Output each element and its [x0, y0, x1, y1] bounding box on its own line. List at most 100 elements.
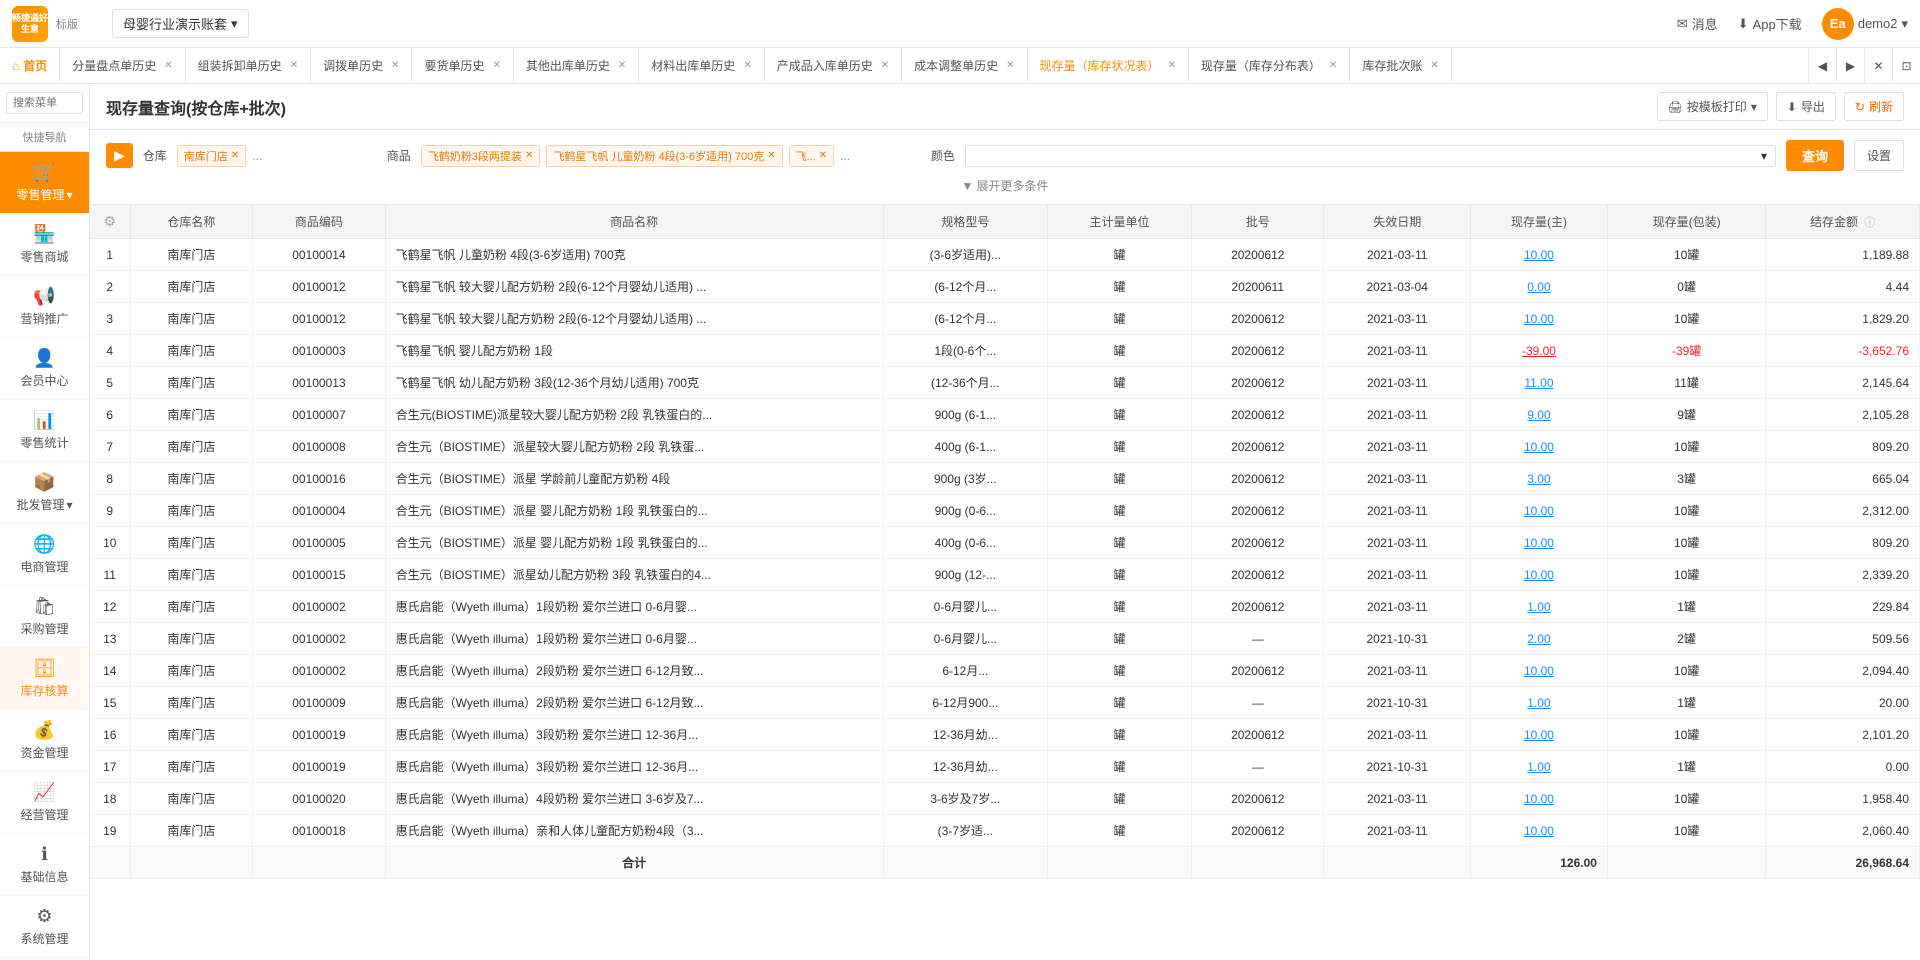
balance-info-icon[interactable]: ⓘ [1864, 217, 1875, 229]
total-label: 合计 [385, 847, 883, 879]
refresh-btn[interactable]: ↻ 刷新 [1844, 92, 1904, 121]
cell-unit: 罐 [1047, 495, 1191, 527]
product-tag-1[interactable]: 飞鹤奶粉3段两提装 ✕ [421, 145, 541, 167]
cell-stock-main[interactable]: -39.00 [1470, 335, 1607, 367]
cell-stock-pack: 0罐 [1607, 271, 1765, 303]
tab-home[interactable]: ⌂ 首页 [0, 48, 60, 84]
tab-1[interactable]: 分量盘点单历史 ✕ [60, 48, 185, 84]
close-icon[interactable]: ✕ [881, 60, 889, 71]
tab-7[interactable]: 产成品入库单历史 ✕ [765, 48, 902, 84]
sidebar-item-finance[interactable]: 💰 资金管理 [0, 710, 89, 772]
cell-stock-main[interactable]: 10.00 [1470, 719, 1607, 751]
sidebar-item-business[interactable]: 📈 经营管理 [0, 772, 89, 834]
product-tag-2[interactable]: 飞鹤星飞帆 儿童奶粉 4段(3-6岁适用) 700克 ✕ [546, 145, 782, 167]
cell-code: 00100013 [253, 367, 385, 399]
sidebar-item-wholesale[interactable]: 📦 批发管理 ▾ [0, 462, 89, 524]
user-profile[interactable]: Ea demo2 ▾ [1822, 8, 1908, 40]
cell-stock-main[interactable]: 1.00 [1470, 591, 1607, 623]
tab-scroll-right[interactable]: ▶ [1836, 48, 1864, 84]
sidebar-item-inventory[interactable]: 🗄 库存核算 [0, 648, 89, 710]
cell-stock-main[interactable]: 10.00 [1470, 783, 1607, 815]
close-icon[interactable]: ✕ [164, 60, 172, 71]
product-tag-close-3[interactable]: ✕ [819, 150, 827, 161]
expand-filter-btn[interactable]: ▼ 展开更多条件 [106, 177, 1904, 194]
tab-scroll-left[interactable]: ◀ [1808, 48, 1836, 84]
cell-stock-main[interactable]: 2.00 [1470, 623, 1607, 655]
close-icon[interactable]: ✕ [1430, 60, 1438, 71]
table-row: 17 南库门店 00100019 惠氏启能（Wyeth illuma）3段奶粉 … [90, 751, 1920, 783]
warehouse-tag[interactable]: 南库门店 ✕ [177, 145, 246, 167]
tab-2[interactable]: 组装拆卸单历史 ✕ [186, 48, 311, 84]
cell-stock-main[interactable]: 1.00 [1470, 687, 1607, 719]
tab-3[interactable]: 调拨单历史 ✕ [311, 48, 412, 84]
cell-stock-main[interactable]: 10.00 [1470, 655, 1607, 687]
tab-5[interactable]: 其他出库单历史 ✕ [514, 48, 639, 84]
cell-stock-main[interactable]: 10.00 [1470, 239, 1607, 271]
close-icon[interactable]: ✕ [1006, 60, 1014, 71]
product-tag-3[interactable]: 飞... ✕ [789, 145, 835, 167]
cell-stock-pack: 10罐 [1607, 303, 1765, 335]
cell-stock-main[interactable]: 10.00 [1470, 431, 1607, 463]
query-btn[interactable]: 查询 [1786, 140, 1844, 171]
sidebar-item-system[interactable]: ⚙ 系统管理 [0, 896, 89, 958]
search-input[interactable] [6, 92, 83, 114]
tab-4[interactable]: 要货单历史 ✕ [412, 48, 513, 84]
warehouse-more[interactable]: ... [252, 149, 262, 163]
settings-btn[interactable]: 设置 [1854, 140, 1904, 171]
cell-stock-pack: 1罐 [1607, 751, 1765, 783]
tab-10[interactable]: 现存量（库存分布表） ✕ [1189, 48, 1350, 84]
sidebar-item-retail-mall[interactable]: 🏪 零售商城 [0, 214, 89, 276]
sidebar-item-basic-info[interactable]: ℹ 基础信息 [0, 834, 89, 896]
cell-batch: — [1192, 623, 1324, 655]
cell-stock-main[interactable]: 9.00 [1470, 399, 1607, 431]
cell-stock-main[interactable]: 10.00 [1470, 527, 1607, 559]
close-icon[interactable]: ✕ [391, 60, 399, 71]
total-row: 合计 126.00 26,968.64 [90, 847, 1920, 879]
close-icon[interactable]: ✕ [618, 60, 626, 71]
close-icon[interactable]: ✕ [493, 60, 501, 71]
cell-batch: 20200612 [1192, 431, 1324, 463]
sidebar-item-member-center[interactable]: 👤 会员中心 [0, 338, 89, 400]
cell-stock-main[interactable]: 1.00 [1470, 751, 1607, 783]
refresh-icon: ↻ [1855, 100, 1865, 114]
download-icon: ⬇ [1738, 16, 1749, 32]
product-tag-close-2[interactable]: ✕ [767, 150, 775, 161]
cell-stock-main[interactable]: 10.00 [1470, 303, 1607, 335]
cell-stock-main[interactable]: 11.00 [1470, 367, 1607, 399]
tab-9[interactable]: 现存量（库存状况表） ✕ [1028, 48, 1189, 84]
close-icon[interactable]: ✕ [290, 60, 298, 71]
cell-balance: 20.00 [1766, 687, 1920, 719]
sidebar-item-ecommerce[interactable]: 🌐 电商管理 [0, 524, 89, 586]
message-btn[interactable]: ✉ 消息 [1677, 14, 1718, 33]
tab-close-all[interactable]: ✕ [1864, 48, 1892, 84]
tab-11[interactable]: 库存批次账 ✕ [1350, 48, 1451, 84]
settings-icon[interactable]: ⚙ [103, 213, 116, 229]
tab-maximize[interactable]: ⊡ [1892, 48, 1920, 84]
product-more[interactable]: ... [840, 149, 850, 163]
sidebar-item-retail-management[interactable]: 🛒 零售管理 ▾ [0, 152, 89, 214]
sidebar-item-purchase[interactable]: 🛍 采购管理 [0, 586, 89, 648]
cell-stock-main[interactable]: 10.00 [1470, 559, 1607, 591]
product-tag-close-1[interactable]: ✕ [525, 150, 533, 161]
export-btn[interactable]: ⬇ 导出 [1776, 92, 1836, 121]
sidebar-item-retail-stats[interactable]: 📊 零售统计 [0, 400, 89, 462]
industry-selector[interactable]: 母婴行业演示账套 ▾ [112, 9, 249, 38]
app-download-btn[interactable]: ⬇ App下载 [1738, 14, 1802, 33]
close-icon[interactable]: ✕ [1168, 60, 1176, 71]
cell-stock-main[interactable]: 10.00 [1470, 815, 1607, 847]
sidebar-quick-nav[interactable]: 快捷导航 [0, 123, 89, 152]
color-dropdown[interactable]: ▾ [965, 145, 1776, 167]
cell-expiry: 2021-03-11 [1324, 783, 1471, 815]
tab-8[interactable]: 成本调整单历史 ✕ [902, 48, 1027, 84]
cell-stock-main[interactable]: 3.00 [1470, 463, 1607, 495]
close-icon[interactable]: ✕ [743, 60, 751, 71]
close-icon[interactable]: ✕ [1329, 60, 1337, 71]
filter-toggle-btn[interactable]: ▶ [106, 143, 133, 168]
cell-no: 1 [90, 239, 130, 271]
cell-stock-main[interactable]: 0.00 [1470, 271, 1607, 303]
sidebar-item-marketing[interactable]: 📢 营销推广 [0, 276, 89, 338]
tab-6[interactable]: 材料出库单历史 ✕ [639, 48, 764, 84]
cell-stock-main[interactable]: 10.00 [1470, 495, 1607, 527]
warehouse-tag-close[interactable]: ✕ [231, 150, 239, 161]
template-print-btn[interactable]: 🖨 按模板打印 ▾ [1657, 92, 1768, 121]
